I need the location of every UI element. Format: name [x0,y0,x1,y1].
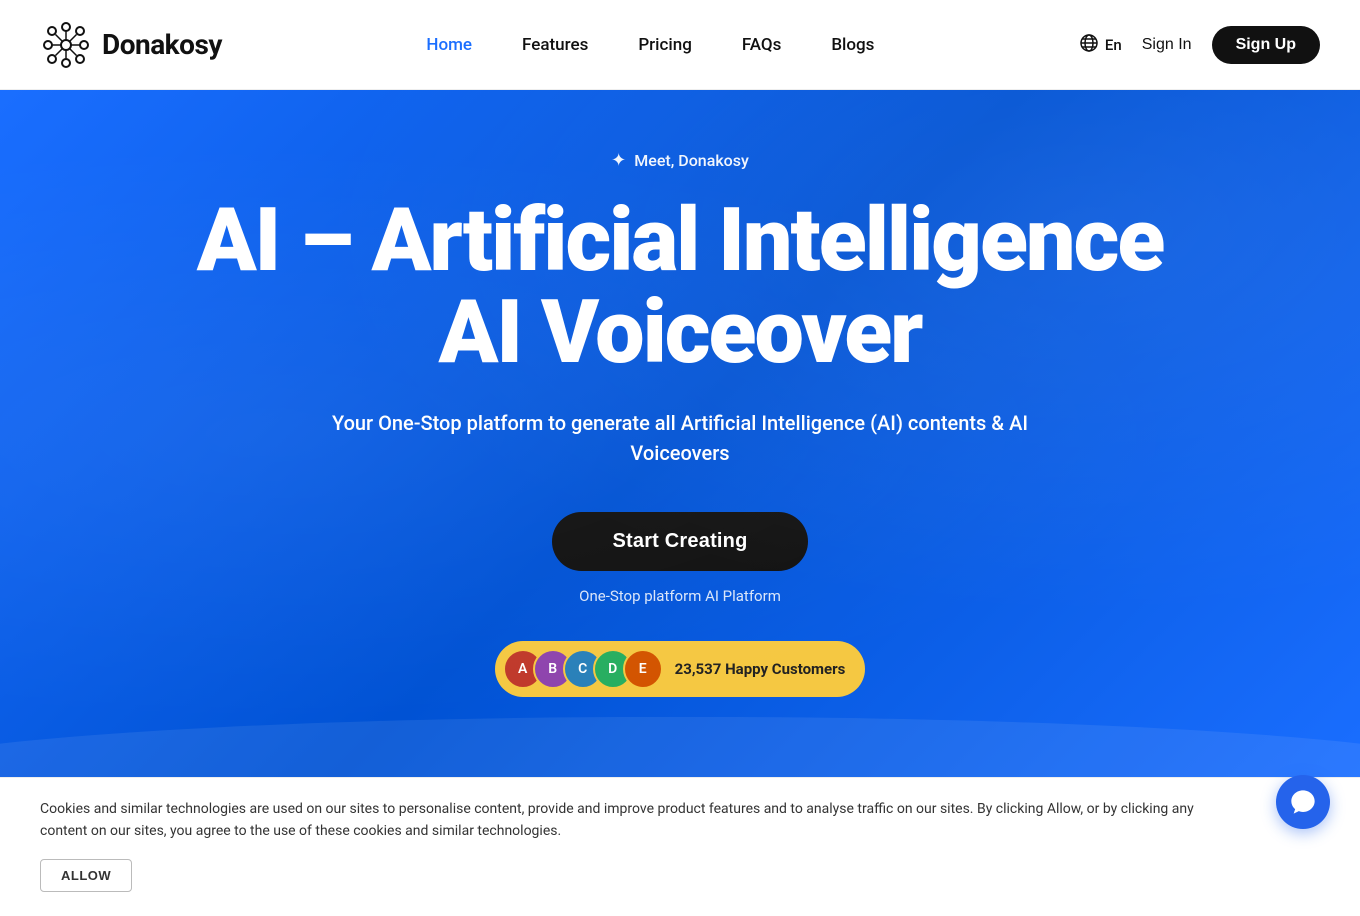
nav-right: En Sign In Sign Up [1079,26,1320,64]
nav-link-home[interactable]: Home [426,35,472,55]
avatar: E [623,649,663,689]
hero-title: AI – Artificial Intelligence AI Voiceove… [197,195,1164,380]
customers-count-text: 23,537 Happy Customers [675,660,846,678]
nav-link-features[interactable]: Features [522,35,588,55]
hero-badge: ✦ Meet, Donakosy [611,150,749,171]
customers-badge: A B C D E 23,537 Happy Customers [495,641,866,697]
nav-links: Home Features Pricing FAQs Blogs [426,35,874,55]
hero-wave-decoration [0,717,1360,777]
allow-cookies-button[interactable]: ALLOW [40,859,132,892]
nav-item-faqs[interactable]: FAQs [742,35,782,55]
nav-item-blogs[interactable]: Blogs [831,35,874,55]
navbar: Donakosy Home Features Pricing FAQs Blog… [0,0,1360,90]
nav-item-pricing[interactable]: Pricing [638,35,692,55]
logo-icon [40,19,92,71]
hero-badge-text: Meet, Donakosy [634,151,749,170]
sign-up-button[interactable]: Sign Up [1212,26,1320,64]
chat-support-button[interactable] [1276,775,1330,829]
hero-subtitle: Your One-Stop platform to generate all A… [330,408,1030,468]
hero-title-line2: AI Voiceover [438,281,921,384]
nav-link-blogs[interactable]: Blogs [831,35,874,55]
logo[interactable]: Donakosy [40,19,222,71]
chat-icon [1289,788,1317,816]
platform-label: One-Stop platform AI Platform [579,587,781,605]
logo-text: Donakosy [102,28,222,61]
cookie-text: Cookies and similar technologies are use… [40,798,1240,843]
globe-icon [1079,33,1099,57]
hero-section: ✦ Meet, Donakosy AI – Artificial Intelli… [0,90,1360,777]
start-creating-button[interactable]: Start Creating [552,512,807,571]
nav-link-pricing[interactable]: Pricing [638,35,692,55]
language-selector[interactable]: En [1079,33,1122,57]
hero-title-line1: AI – Artificial Intelligence [197,189,1164,292]
sign-in-button[interactable]: Sign In [1142,36,1192,54]
sparkle-icon: ✦ [611,150,626,171]
nav-link-faqs[interactable]: FAQs [742,35,782,55]
avatars-group: A B C D E [503,649,663,689]
nav-item-home[interactable]: Home [426,35,472,55]
nav-item-features[interactable]: Features [522,35,588,55]
lang-text: En [1105,36,1122,54]
cookie-banner: Cookies and similar technologies are use… [0,777,1360,916]
